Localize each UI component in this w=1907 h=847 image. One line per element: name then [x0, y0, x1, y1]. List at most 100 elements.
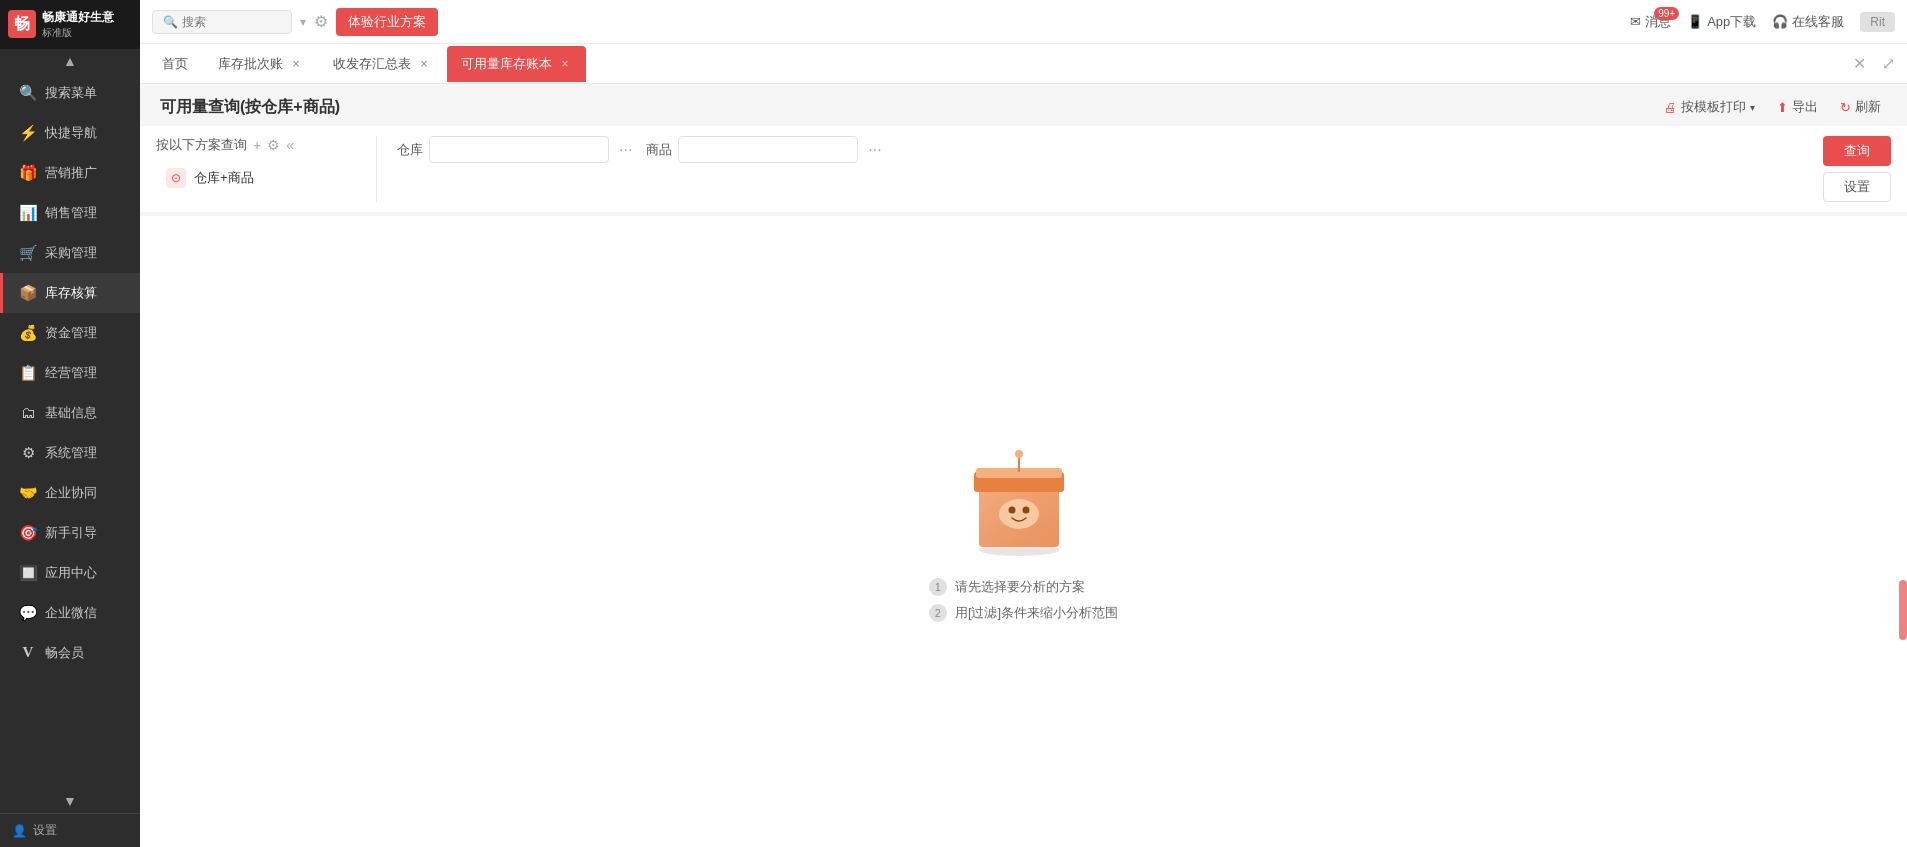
product-label: 商品: [646, 141, 672, 159]
product-more-icon[interactable]: ···: [864, 141, 885, 159]
sales-icon: 📊: [19, 204, 37, 222]
sidebar-item-wechat[interactable]: 💬 企业微信: [0, 593, 140, 633]
sidebar-item-operations[interactable]: 📋 经营管理: [0, 353, 140, 393]
tab-label: 收发存汇总表: [333, 55, 411, 73]
sidebar-item-marketing[interactable]: 🎁 营销推广: [0, 153, 140, 193]
empty-illustration: [964, 442, 1084, 562]
filter-title: 按以下方案查询 + ⚙ «: [156, 136, 356, 154]
industry-solution-button[interactable]: 体验行业方案: [336, 8, 438, 36]
service-label: 在线客服: [1792, 13, 1844, 31]
search-icon: 🔍: [163, 15, 178, 29]
app-download-button[interactable]: 📱 App下载: [1687, 13, 1756, 31]
topbar: 🔍 ▾ ⚙ 体验行业方案 ✉ 消息 99+ 📱 App下载 🎧 在线客服 Rit: [140, 0, 1907, 44]
member-icon: V: [19, 644, 37, 661]
export-label: 导出: [1792, 98, 1818, 116]
tab-home[interactable]: 首页: [148, 46, 202, 82]
empty-svg: [964, 442, 1084, 562]
sidebar-label: 营销推广: [45, 164, 97, 182]
user-avatar[interactable]: Rit: [1860, 12, 1895, 32]
brand-text: 畅康通好生意 标准版: [42, 10, 114, 39]
page-actions: 🖨 按模板打印 ▾ ⬆ 导出 ↻ 刷新: [1658, 94, 1887, 120]
scheme-warehouse-product[interactable]: ⊙ 仓库+商品: [156, 162, 356, 194]
sidebar-item-guide[interactable]: 🎯 新手引导: [0, 513, 140, 553]
service-icon: 🎧: [1772, 14, 1788, 29]
online-service-button[interactable]: 🎧 在线客服: [1772, 13, 1844, 31]
hint-number-1: 1: [929, 578, 947, 596]
sidebar-item-search[interactable]: 🔍 搜索菜单: [0, 73, 140, 113]
product-field: 商品 ···: [646, 136, 885, 163]
topbar-search-box[interactable]: 🔍: [152, 10, 292, 34]
sidebar-item-quicknav[interactable]: ⚡ 快捷导航: [0, 113, 140, 153]
refresh-button[interactable]: ↻ 刷新: [1834, 94, 1887, 120]
scheme-settings-icon[interactable]: ⚙: [267, 137, 280, 153]
sidebar-header: 畅 畅康通好生意 标准版: [0, 0, 140, 49]
sidebar-scroll-up[interactable]: ▲: [0, 49, 140, 73]
tab-available-inventory[interactable]: 可用量库存账本 ×: [447, 46, 586, 82]
sidebar-scroll-down[interactable]: ▼: [0, 789, 140, 813]
message-badge: 99+: [1654, 7, 1679, 20]
refresh-icon: ↻: [1840, 100, 1851, 115]
enterprise-icon: 🤝: [19, 484, 37, 502]
maximize-button[interactable]: ⤢: [1878, 50, 1899, 77]
guide-icon: 🎯: [19, 524, 37, 542]
search-menu-icon: 🔍: [19, 84, 37, 102]
tab-close-inventory-batch[interactable]: ×: [289, 57, 303, 71]
warehouse-input[interactable]: [429, 136, 609, 163]
sidebar-item-inventory[interactable]: 📦 库存核算: [0, 273, 140, 313]
sidebar-item-basic-info[interactable]: 🗂 基础信息: [0, 393, 140, 433]
warehouse-field: 仓库 ···: [397, 136, 636, 163]
topbar-gear-icon[interactable]: ⚙: [314, 12, 328, 31]
sidebar-item-member[interactable]: V 畅会员: [0, 633, 140, 673]
filter-action-buttons: 查询 设置: [1823, 136, 1891, 202]
query-button[interactable]: 查询: [1823, 136, 1891, 166]
filter-row-1: 仓库 ··· 商品 ···: [397, 136, 1811, 163]
close-window-button[interactable]: ✕: [1849, 50, 1870, 77]
sidebar-label: 采购管理: [45, 244, 97, 262]
sidebar-item-appcenter[interactable]: 🔲 应用中心: [0, 553, 140, 593]
export-button[interactable]: ⬆ 导出: [1771, 94, 1824, 120]
sidebar-item-sales[interactable]: 📊 销售管理: [0, 193, 140, 233]
print-button[interactable]: 🖨 按模板打印 ▾: [1658, 94, 1761, 120]
brand-name: 畅康通好生意: [42, 10, 114, 26]
tab-stock-summary[interactable]: 收发存汇总表 ×: [319, 46, 445, 82]
filter-scheme-panel: 按以下方案查询 + ⚙ « ⊙ 仓库+商品: [156, 136, 356, 194]
export-icon: ⬆: [1777, 100, 1788, 115]
right-scrollbar[interactable]: [1899, 580, 1907, 640]
print-icon: 🖨: [1664, 100, 1677, 115]
brand-icon: 畅: [8, 10, 36, 38]
tab-inventory-batch[interactable]: 库存批次账 ×: [204, 46, 317, 82]
sidebar-label: 库存核算: [45, 284, 97, 302]
sidebar-item-system[interactable]: ⚙ 系统管理: [0, 433, 140, 473]
scheme-item-label: 仓库+商品: [194, 169, 254, 187]
search-dropdown-icon[interactable]: ▾: [300, 15, 306, 29]
refresh-label: 刷新: [1855, 98, 1881, 116]
print-label: 按模板打印: [1681, 98, 1746, 116]
print-dropdown-icon[interactable]: ▾: [1750, 102, 1755, 113]
sidebar-label: 应用中心: [45, 564, 97, 582]
tab-close-stock-summary[interactable]: ×: [417, 57, 431, 71]
warehouse-more-icon[interactable]: ···: [615, 141, 636, 159]
quicknav-icon: ⚡: [19, 124, 37, 142]
sidebar-item-enterprise[interactable]: 🤝 企业协同: [0, 473, 140, 513]
product-input[interactable]: [678, 136, 858, 163]
finance-icon: 💰: [19, 324, 37, 342]
svg-point-6: [1008, 506, 1015, 513]
svg-point-9: [1015, 450, 1023, 458]
hint-text-1: 请先选择要分析的方案: [955, 578, 1085, 596]
page-header: 可用量查询(按仓库+商品) 🖨 按模板打印 ▾ ⬆ 导出 ↻ 刷新: [140, 84, 1907, 126]
message-button[interactable]: ✉ 消息 99+: [1630, 13, 1671, 31]
settings-button[interactable]: 设置: [1823, 172, 1891, 202]
search-input[interactable]: [182, 15, 282, 29]
app-download-icon: 📱: [1687, 14, 1703, 29]
tab-close-available-inventory[interactable]: ×: [558, 57, 572, 71]
sidebar-label: 经营管理: [45, 364, 97, 382]
sidebar-footer[interactable]: 👤 设置: [0, 813, 140, 847]
add-scheme-icon[interactable]: +: [253, 137, 261, 153]
collapse-panel-icon[interactable]: «: [286, 137, 294, 153]
sidebar-label: 快捷导航: [45, 124, 97, 142]
sidebar-item-finance[interactable]: 💰 资金管理: [0, 313, 140, 353]
operations-icon: 📋: [19, 364, 37, 382]
sidebar-item-purchase[interactable]: 🛒 采购管理: [0, 233, 140, 273]
main-area: 🔍 ▾ ⚙ 体验行业方案 ✉ 消息 99+ 📱 App下载 🎧 在线客服 Rit: [140, 0, 1907, 847]
filter-area: 按以下方案查询 + ⚙ « ⊙ 仓库+商品 仓库 ···: [140, 126, 1907, 212]
